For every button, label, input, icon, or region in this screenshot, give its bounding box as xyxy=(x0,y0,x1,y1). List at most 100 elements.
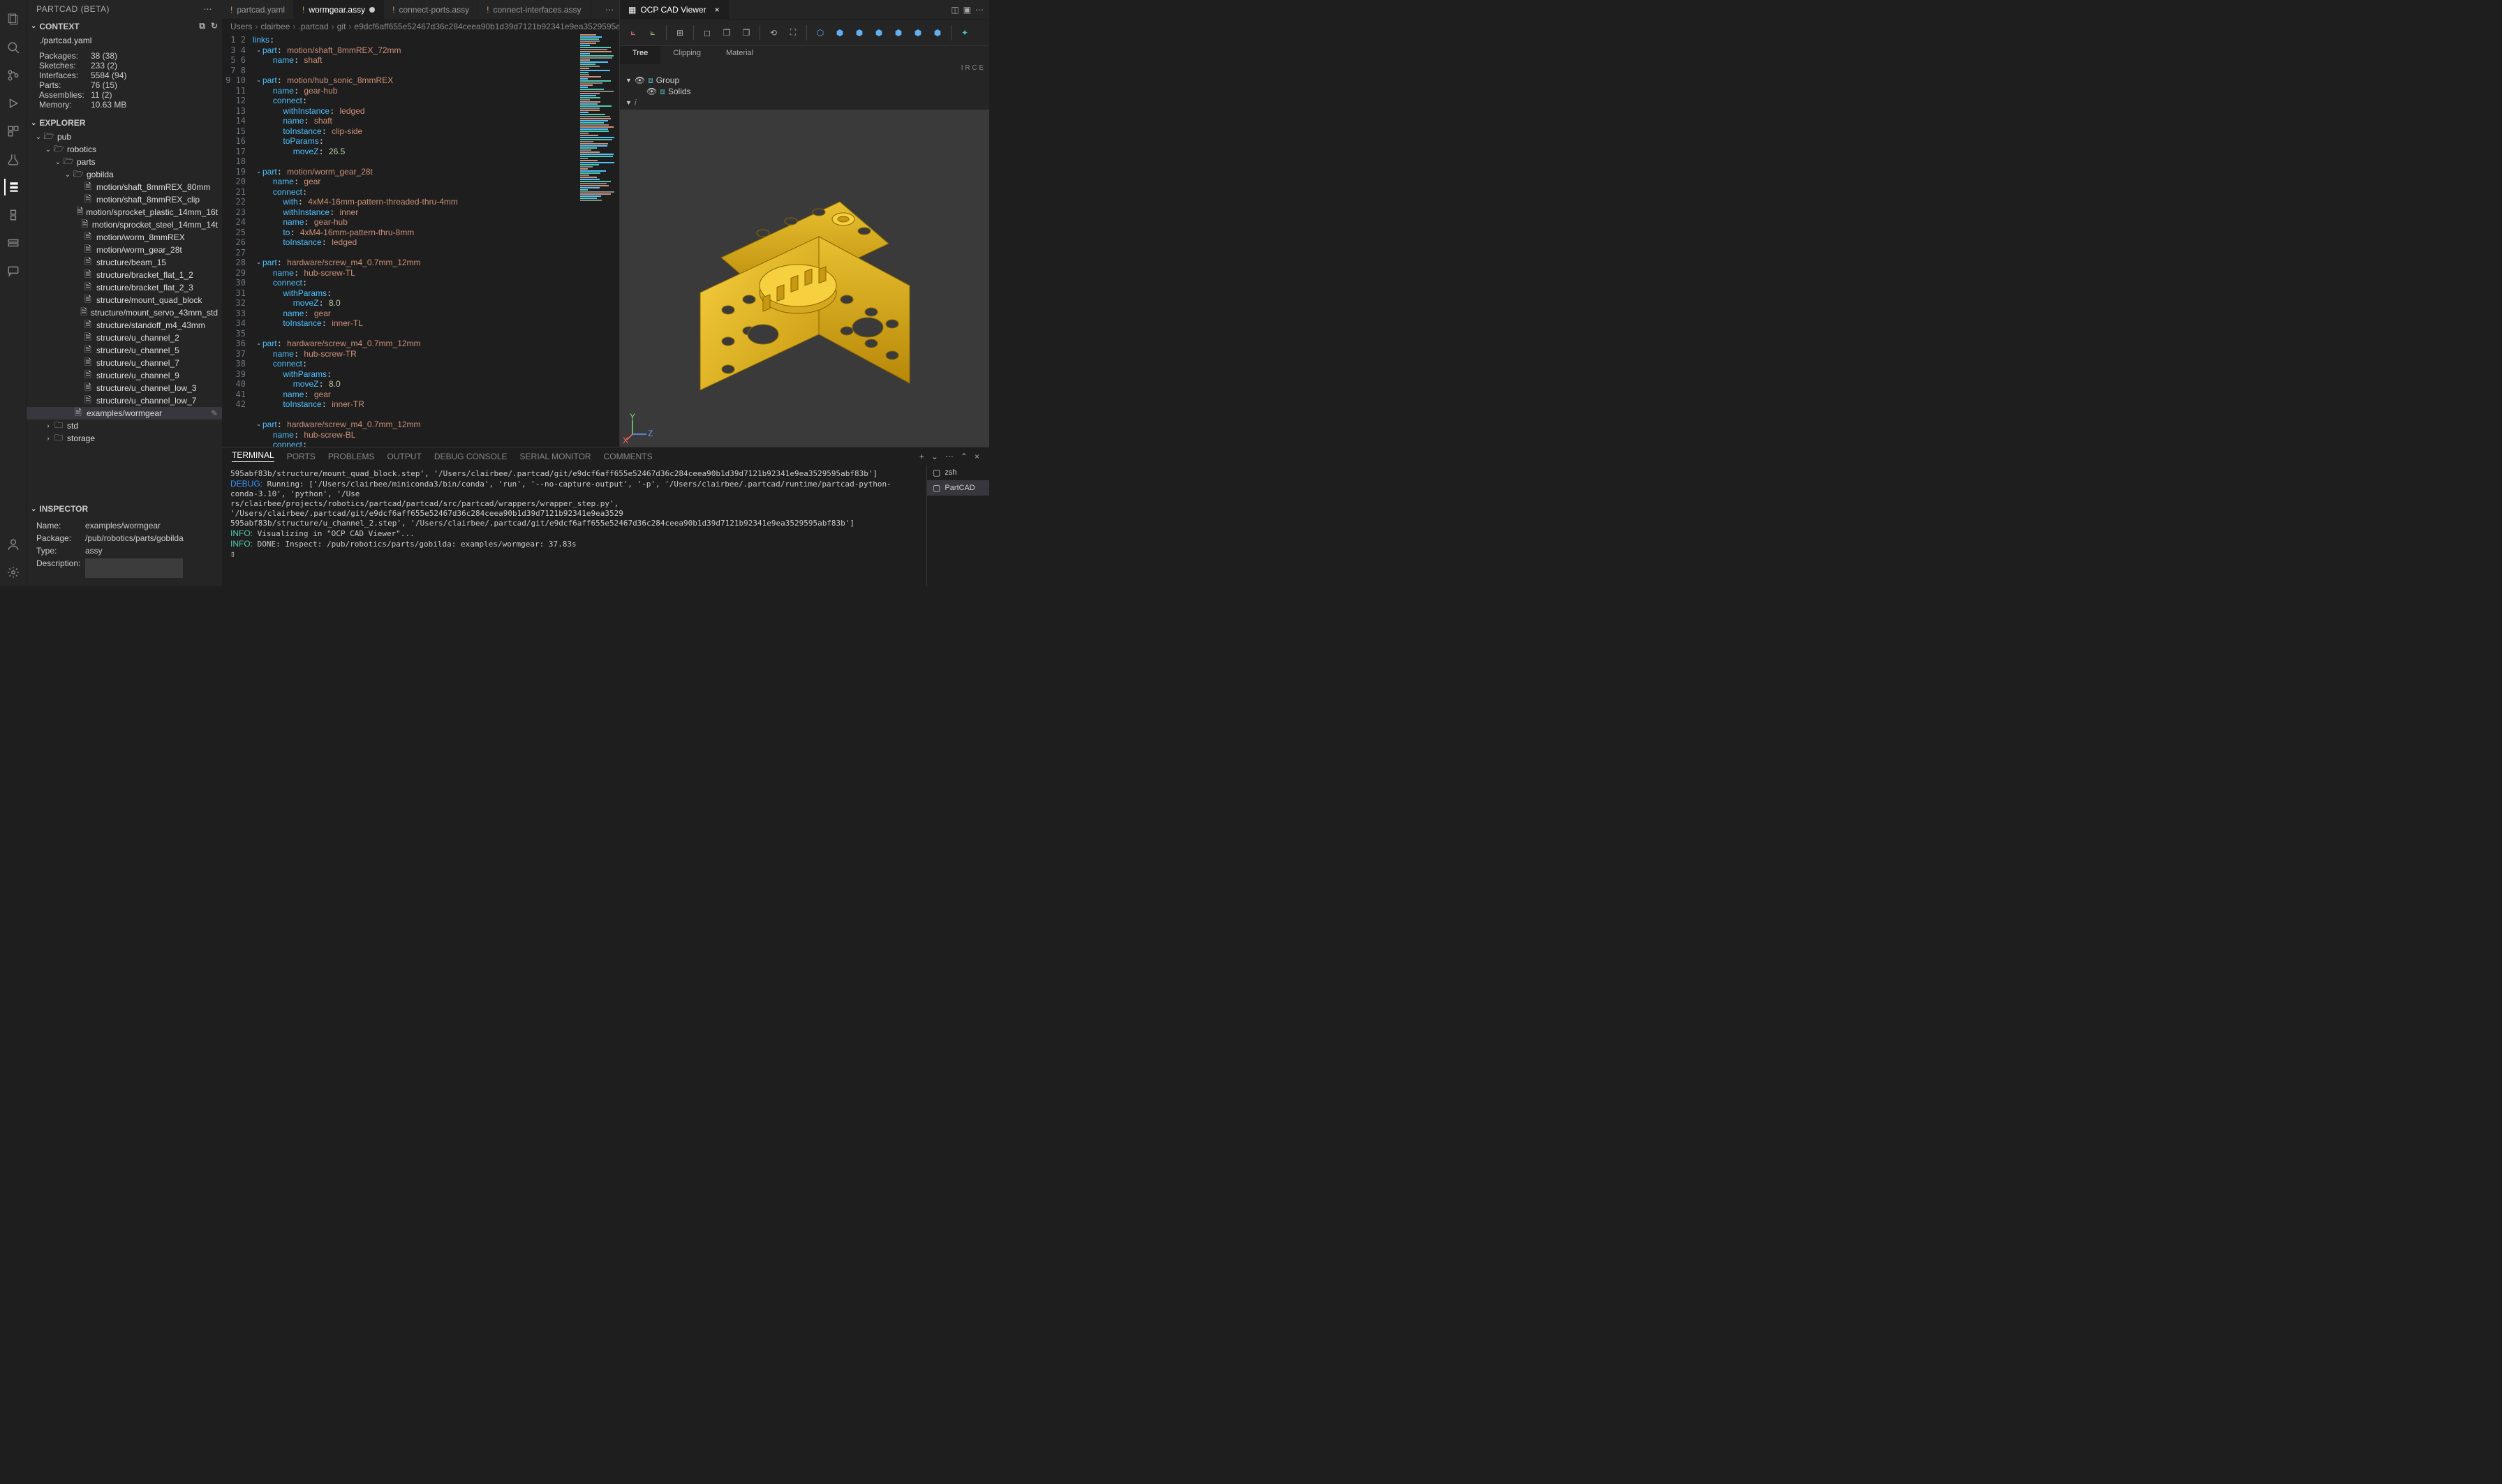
split-icon[interactable]: ◫ xyxy=(951,5,958,15)
layout-icon[interactable]: ▣ xyxy=(963,5,971,15)
viewer-subtab[interactable]: Tree xyxy=(620,46,660,64)
more-icon[interactable]: ⋯ xyxy=(204,4,213,14)
more-icon[interactable]: ⋯ xyxy=(975,5,984,15)
tree-item[interactable]: 🗎structure/u_channel_2 xyxy=(27,332,222,344)
viewer-canvas[interactable]: Y Z X xyxy=(620,110,989,447)
tree-item[interactable]: 🗎structure/u_channel_7 xyxy=(27,357,222,369)
explode-icon[interactable]: ✦ xyxy=(956,24,974,42)
box3-icon[interactable]: ❒ xyxy=(737,24,755,42)
eye-icon[interactable]: 👁 xyxy=(635,75,645,85)
chat-icon[interactable] xyxy=(5,262,22,279)
code-content[interactable]: links: - part: motion/shaft_8mmREX_72mm … xyxy=(253,34,577,447)
chevron-up-icon[interactable]: ⌃ xyxy=(961,452,968,461)
panel-tab[interactable]: TERMINAL xyxy=(232,450,274,462)
python-icon[interactable] xyxy=(5,207,22,223)
axes1-icon[interactable]: ⟀ xyxy=(624,24,642,42)
tree-item[interactable]: 🗎motion/worm_8mmREX xyxy=(27,231,222,244)
terminal-shell[interactable]: ▢zsh xyxy=(927,465,989,480)
fit-icon[interactable]: ⛶ xyxy=(784,24,802,42)
tree-item[interactable]: 🗎motion/worm_gear_28t xyxy=(27,244,222,256)
run-icon[interactable] xyxy=(5,95,22,112)
back-icon[interactable]: ⬢ xyxy=(850,24,868,42)
tree-item[interactable]: 🗎motion/sprocket_plastic_14mm_16t xyxy=(27,206,222,218)
refresh-icon[interactable]: ↻ xyxy=(211,21,218,31)
front-icon[interactable]: ⬢ xyxy=(831,24,849,42)
tree-item[interactable]: ⌄🗁gobilda xyxy=(27,168,222,181)
box2-icon[interactable]: ❒ xyxy=(718,24,736,42)
tree-item[interactable]: 🗎structure/u_channel_low_3 xyxy=(27,382,222,394)
scm-icon[interactable] xyxy=(5,67,22,84)
model-render[interactable] xyxy=(679,153,931,404)
breadcrumb[interactable]: Users › clairbee › .partcad › git › e9dc… xyxy=(222,20,619,34)
right-icon[interactable]: ⬢ xyxy=(928,24,947,42)
panel-tab[interactable]: PORTS xyxy=(287,452,316,461)
mesh-icon[interactable]: ⧈ xyxy=(648,75,653,86)
editor-tab[interactable]: !connect-interfaces.assy xyxy=(478,0,590,19)
tree-item[interactable]: 🗎structure/bracket_flat_1_2 xyxy=(27,269,222,281)
close-icon[interactable]: × xyxy=(715,5,720,15)
grid-icon[interactable]: ⊞ xyxy=(671,24,689,42)
more-icon[interactable]: ⋯ xyxy=(945,452,954,461)
axes2-icon[interactable]: ⟀ xyxy=(644,24,662,42)
tree-item[interactable]: ⌄🗁robotics xyxy=(27,143,222,156)
more-icon[interactable]: ⋯ xyxy=(605,5,614,15)
viewer-tab[interactable]: ▦ OCP CAD Viewer × xyxy=(620,0,729,19)
explorer-header[interactable]: ⌄EXPLORER xyxy=(27,115,222,131)
open-icon[interactable]: ⧉ xyxy=(199,21,205,31)
tree-item[interactable]: 🗎structure/bracket_flat_2_3 xyxy=(27,281,222,294)
viewer-subtab[interactable]: Clipping xyxy=(660,46,713,64)
panel-tab[interactable]: PROBLEMS xyxy=(328,452,375,461)
reset-icon[interactable]: ⟲ xyxy=(764,24,783,42)
panel-tab[interactable]: COMMENTS xyxy=(604,452,653,461)
left-icon[interactable]: ⬢ xyxy=(909,24,927,42)
mesh-icon[interactable]: ⧈ xyxy=(660,87,665,97)
explorer-icon[interactable] xyxy=(5,11,22,28)
viewer-subtab[interactable]: Material xyxy=(713,46,766,64)
tree-item[interactable]: ⌄🗁parts xyxy=(27,156,222,168)
panel-tab[interactable]: DEBUG CONSOLE xyxy=(434,452,508,461)
bottom-icon[interactable]: ⬢ xyxy=(889,24,908,42)
viewer-tree-item[interactable]: 👁⧈Solids xyxy=(626,86,984,97)
code-editor[interactable]: 1 2 3 4 5 6 7 8 9 10 11 12 13 14 15 16 1… xyxy=(222,34,619,447)
tree-item[interactable]: 🗎structure/u_channel_9 xyxy=(27,369,222,382)
eye-icon[interactable]: 👁 xyxy=(646,87,657,96)
tree-item[interactable]: 🗎motion/shaft_8mmREX_clip xyxy=(27,193,222,206)
description-input[interactable] xyxy=(85,558,183,578)
editor-tab[interactable]: !connect-ports.assy xyxy=(384,0,478,19)
tree-item[interactable]: ›🗀storage xyxy=(27,432,222,445)
tree-item[interactable]: 🗎structure/u_channel_5 xyxy=(27,344,222,357)
close-icon[interactable]: × xyxy=(975,452,979,461)
edit-icon[interactable]: ✎ xyxy=(211,408,218,418)
viewer-tree-item[interactable]: ▼👁⧈Group xyxy=(626,75,984,86)
box1-icon[interactable]: ◻ xyxy=(698,24,716,42)
add-icon[interactable]: + xyxy=(919,452,924,461)
terminal-shell[interactable]: ▢PartCAD xyxy=(927,480,989,496)
partcad-icon[interactable] xyxy=(4,179,21,195)
account-icon[interactable] xyxy=(5,536,22,553)
tree-item[interactable]: 🗎structure/mount_servo_43mm_std xyxy=(27,306,222,319)
test-icon[interactable] xyxy=(5,151,22,168)
panel-tab[interactable]: SERIAL MONITOR xyxy=(520,452,591,461)
terminal-output[interactable]: 595abf83b/structure/mount_quad_block.ste… xyxy=(222,465,926,586)
settings-ext-icon[interactable] xyxy=(5,235,22,251)
tree-item[interactable]: 🗎structure/beam_15 xyxy=(27,256,222,269)
extensions-icon[interactable] xyxy=(5,123,22,140)
minimap[interactable] xyxy=(577,34,619,447)
top-icon[interactable]: ⬢ xyxy=(870,24,888,42)
tree-item[interactable]: 🗎structure/standoff_m4_43mm xyxy=(27,319,222,332)
gear-icon[interactable] xyxy=(5,564,22,581)
tree-item[interactable]: ⌄🗁pub xyxy=(27,131,222,143)
search-icon[interactable] xyxy=(5,39,22,56)
tree-item[interactable]: 🗎structure/u_channel_low_7 xyxy=(27,394,222,407)
tree-item[interactable]: ›🗀std xyxy=(27,420,222,432)
editor-tab[interactable]: !wormgear.assy xyxy=(294,0,384,19)
iso-icon[interactable]: ⬡ xyxy=(811,24,829,42)
panel-tab[interactable]: OUTPUT xyxy=(387,452,422,461)
tree-item[interactable]: 🗎examples/wormgear✎ xyxy=(27,407,222,420)
context-header[interactable]: ⌄CONTEXT ⧉↻ xyxy=(27,18,222,34)
chevron-down-icon[interactable]: ⌄ xyxy=(931,452,938,461)
tree-item[interactable]: 🗎structure/mount_quad_block xyxy=(27,294,222,306)
editor-tab[interactable]: !partcad.yaml xyxy=(222,0,294,19)
tree-item[interactable]: 🗎motion/shaft_8mmREX_80mm xyxy=(27,181,222,193)
tree-item[interactable]: 🗎motion/sprocket_steel_14mm_14t xyxy=(27,218,222,231)
